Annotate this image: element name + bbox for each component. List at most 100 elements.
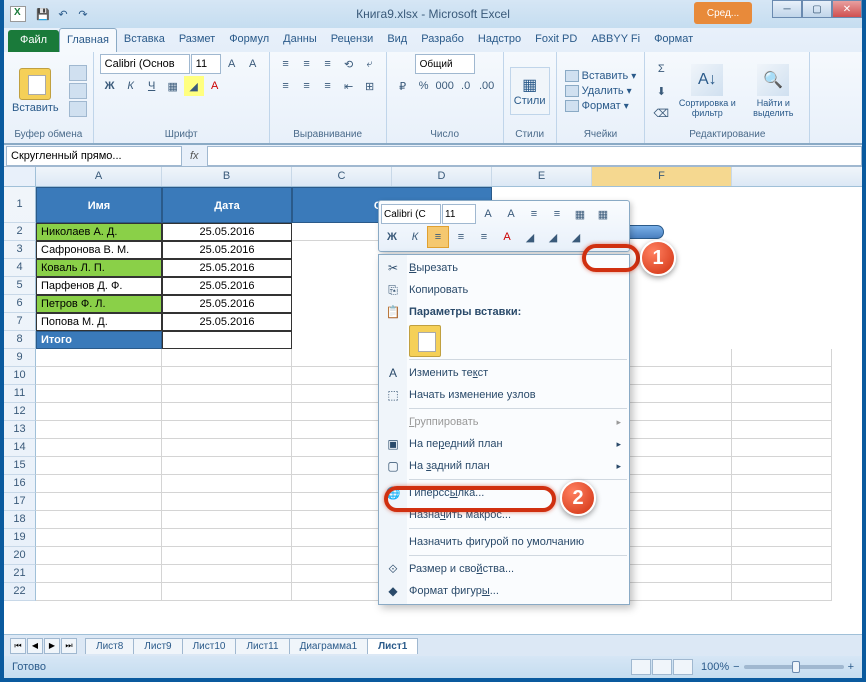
mini-font-select[interactable] [381, 204, 441, 224]
close-button[interactable]: ✕ [832, 0, 862, 18]
sheet-tab[interactable]: Лист1 [367, 638, 418, 654]
tab-developer[interactable]: Разрабо [414, 28, 471, 52]
sheet-tab[interactable]: Диаграмма1 [289, 638, 369, 654]
cell[interactable]: Николаев А. Д. [36, 223, 162, 241]
sheet-tab[interactable]: Лист10 [182, 638, 237, 654]
cell[interactable] [292, 493, 392, 511]
col-header-a[interactable]: A [36, 167, 162, 186]
cell[interactable] [732, 583, 832, 601]
row-header[interactable]: 11 [4, 385, 36, 403]
maximize-button[interactable]: ▢ [802, 0, 832, 18]
mini-align-center-button[interactable]: ≡ [427, 226, 449, 248]
mini-bold-button[interactable]: Ж [381, 226, 403, 248]
cell[interactable] [162, 439, 292, 457]
service-button[interactable]: Сред... [694, 2, 752, 24]
row-header[interactable]: 5 [4, 277, 36, 295]
cell[interactable] [36, 475, 162, 493]
cell[interactable] [732, 547, 832, 565]
zoom-slider[interactable] [744, 665, 844, 669]
cell[interactable] [292, 385, 392, 403]
tab-home[interactable]: Главная [59, 28, 117, 52]
menu-size-props[interactable]: ⟐Размер и свойства... [379, 558, 629, 580]
select-all-corner[interactable] [4, 167, 36, 186]
font-size-select[interactable] [191, 54, 221, 74]
row-header[interactable]: 20 [4, 547, 36, 565]
number-format-select[interactable] [415, 54, 475, 74]
mini-align-icon[interactable]: ≡ [523, 203, 545, 225]
cell[interactable] [162, 493, 292, 511]
fx-label[interactable]: fx [182, 150, 207, 162]
styles-button[interactable]: ▦ Стили [510, 67, 550, 115]
row-header[interactable]: 10 [4, 367, 36, 385]
total-cell[interactable]: Итого [36, 331, 162, 349]
col-header-f[interactable]: F [592, 167, 732, 186]
insert-cells-button[interactable]: Вставить ▾ [563, 69, 639, 83]
sheet-tab[interactable]: Лист8 [85, 638, 134, 654]
paste-option-button[interactable] [409, 325, 441, 357]
sort-filter-button[interactable]: A↓ Сортировка и фильтр [675, 62, 739, 120]
clear-icon[interactable]: ⌫ [651, 103, 671, 123]
zoom-level[interactable]: 100% [701, 661, 729, 673]
cell[interactable]: 25.05.2016 [162, 223, 292, 241]
find-select-button[interactable]: 🔍 Найти и выделить [743, 62, 803, 120]
cell[interactable] [36, 421, 162, 439]
row-header[interactable]: 7 [4, 313, 36, 331]
tab-abbyy[interactable]: ABBYY Fi [584, 28, 647, 52]
tab-data[interactable]: Данны [276, 28, 324, 52]
tab-nav-next[interactable]: ▶ [44, 638, 60, 654]
cell[interactable] [162, 367, 292, 385]
col-header-d[interactable]: D [392, 167, 492, 186]
mini-italic-button[interactable]: К [404, 226, 426, 248]
cell[interactable] [732, 457, 832, 475]
cell[interactable] [292, 421, 392, 439]
mini-shrink-font-icon[interactable]: A [500, 203, 522, 225]
cell[interactable]: Парфенов Д. Ф. [36, 277, 162, 295]
cell[interactable] [292, 403, 392, 421]
cell[interactable] [162, 511, 292, 529]
delete-cells-button[interactable]: Удалить ▾ [563, 84, 639, 98]
cell[interactable] [292, 475, 392, 493]
row-header[interactable]: 18 [4, 511, 36, 529]
cell[interactable] [732, 349, 832, 367]
grow-font-icon[interactable]: A [222, 54, 242, 74]
cell[interactable] [36, 529, 162, 547]
cell[interactable] [732, 385, 832, 403]
header-cell[interactable]: Дата [162, 187, 292, 223]
cell[interactable] [292, 583, 392, 601]
cell[interactable] [36, 565, 162, 583]
mini-effects-icon[interactable]: ◢ [565, 226, 587, 248]
tab-nav-first[interactable]: ⏮ [10, 638, 26, 654]
mini-align-icon[interactable]: ≡ [473, 226, 495, 248]
tab-review[interactable]: Рецензи [324, 28, 381, 52]
tab-formulas[interactable]: Формул [222, 28, 276, 52]
zoom-out-button[interactable]: − [733, 661, 739, 673]
fill-color-button[interactable]: ◢ [184, 76, 204, 96]
bold-button[interactable]: Ж [100, 76, 120, 96]
cell[interactable] [292, 529, 392, 547]
mini-align-icon[interactable]: ≡ [546, 203, 568, 225]
shrink-font-icon[interactable]: A [243, 54, 263, 74]
cell[interactable] [162, 349, 292, 367]
cell[interactable]: Сафронова В. М. [36, 241, 162, 259]
cell[interactable] [732, 421, 832, 439]
border-button[interactable]: ▦ [163, 76, 183, 96]
row-header[interactable]: 13 [4, 421, 36, 439]
cell[interactable] [162, 583, 292, 601]
format-cells-button[interactable]: Формат ▾ [563, 99, 639, 113]
redo-icon[interactable]: ↷ [74, 5, 92, 23]
cell[interactable] [292, 439, 392, 457]
cell[interactable] [162, 457, 292, 475]
align-bottom-icon[interactable]: ≡ [318, 54, 338, 74]
save-icon[interactable]: 💾 [34, 5, 52, 23]
cell[interactable] [36, 583, 162, 601]
cell[interactable] [162, 385, 292, 403]
cell[interactable] [36, 403, 162, 421]
cell[interactable] [36, 439, 162, 457]
align-middle-icon[interactable]: ≡ [297, 54, 317, 74]
tab-layout[interactable]: Размет [172, 28, 222, 52]
cell[interactable]: 25.05.2016 [162, 295, 292, 313]
cell[interactable] [292, 349, 392, 367]
cell[interactable]: 25.05.2016 [162, 259, 292, 277]
row-header[interactable]: 14 [4, 439, 36, 457]
minimize-button[interactable]: ─ [772, 0, 802, 18]
